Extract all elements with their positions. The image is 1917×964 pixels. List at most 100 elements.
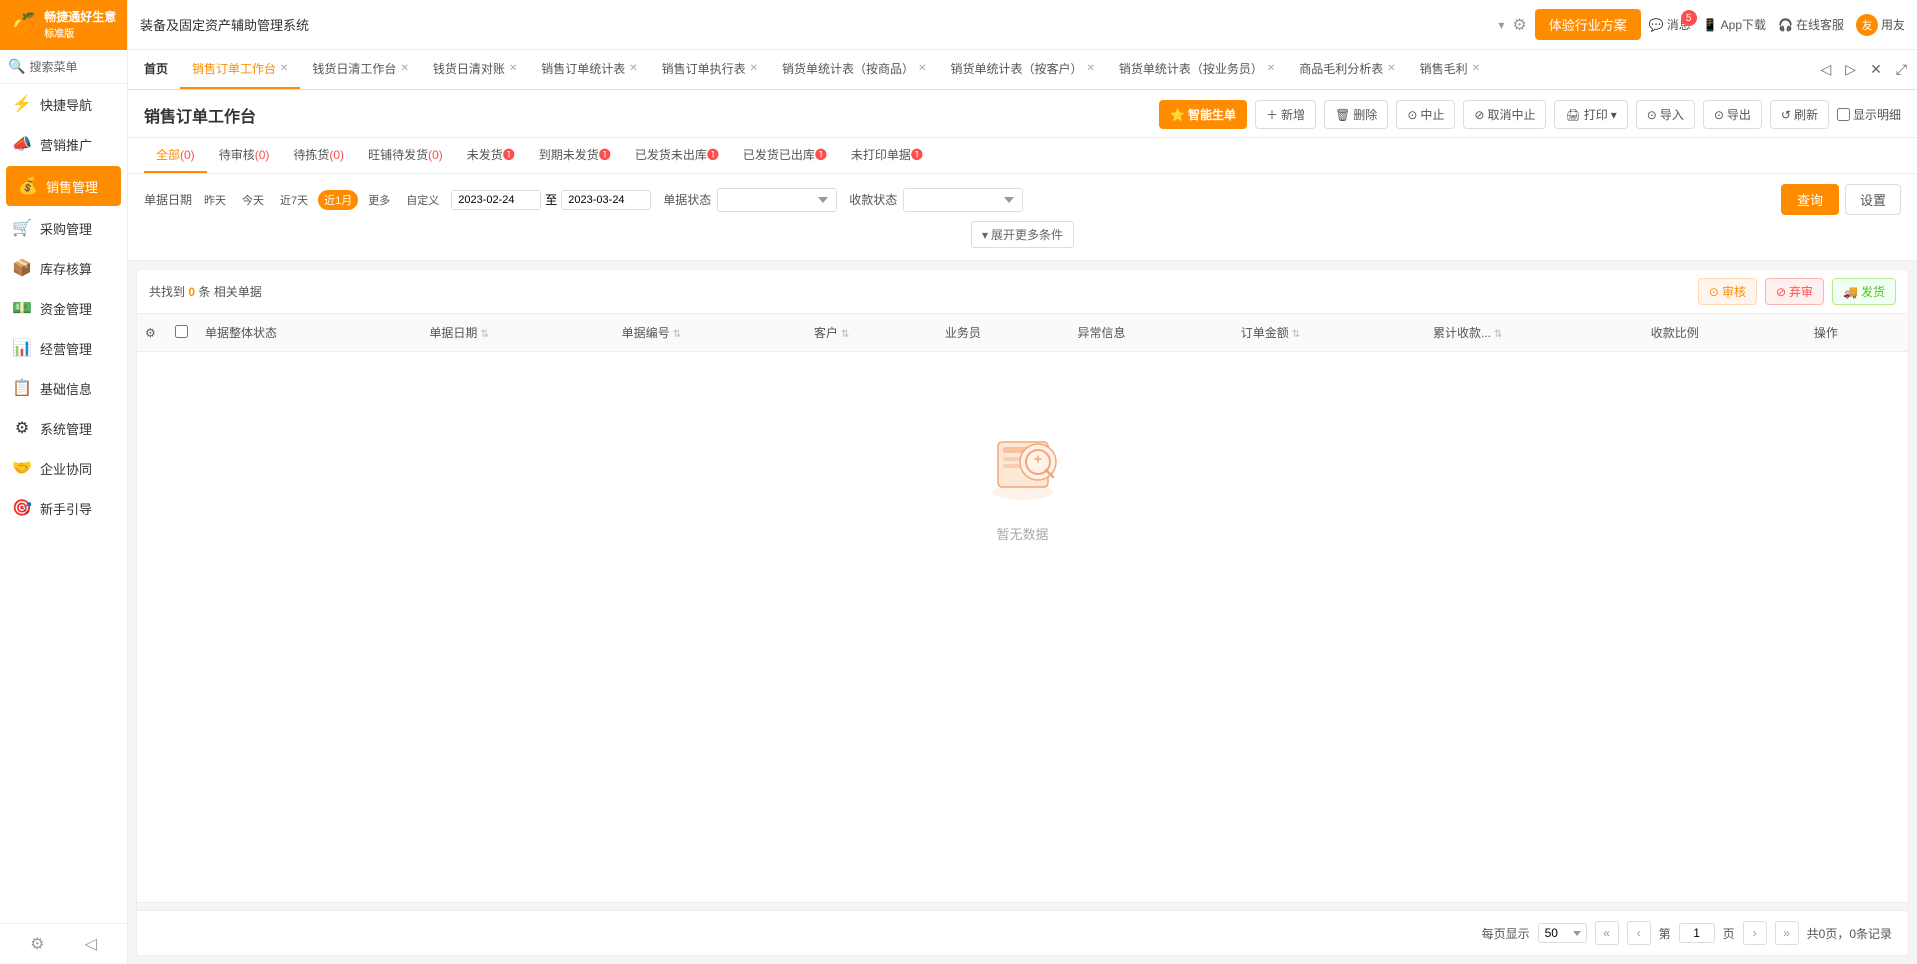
tab-nav-prev-icon[interactable]: ◁ xyxy=(1815,57,1838,82)
collapse-icon[interactable]: ◁ xyxy=(85,934,97,954)
expand-btn[interactable]: ▾ 展开更多条件 xyxy=(971,221,1074,248)
user-item[interactable]: 友 用友 xyxy=(1856,14,1905,36)
th-customer[interactable]: 客户⇅ xyxy=(806,314,937,352)
sidebar-item-finance[interactable]: 💵 资金管理 xyxy=(0,288,127,328)
payment-select[interactable] xyxy=(903,188,1023,212)
tab-sales-stats[interactable]: 销售订单统计表 ✕ xyxy=(529,50,649,89)
tab-home[interactable]: 首页 xyxy=(132,50,180,89)
filter-tab-not-printed[interactable]: 未打印单据❶ xyxy=(839,138,935,173)
table-scroll-container[interactable]: ⚙ 单据整体状态 单据日期⇅ 单据编号⇅ 客户⇅ 业务员 异常信息 订单金额⇅ … xyxy=(137,314,1908,902)
import-btn[interactable]: ⊙ 导入 xyxy=(1636,100,1695,129)
sidebar-item-operations[interactable]: 📊 经营管理 xyxy=(0,328,127,368)
tab-cash-reconcile[interactable]: 钱货日清对账 ✕ xyxy=(421,50,529,89)
tab-close-icon[interactable]: ✕ xyxy=(918,63,926,74)
th-staff[interactable]: 业务员 xyxy=(937,314,1070,352)
query-btn[interactable]: 查询 xyxy=(1781,184,1839,215)
industry-btn[interactable]: 体验行业方案 xyxy=(1535,9,1641,40)
online-service-item[interactable]: 🎧 在线客服 xyxy=(1778,16,1844,33)
sidebar-item-enterprise[interactable]: 🤝 企业协同 xyxy=(0,448,127,488)
cancel-review-btn[interactable]: ⊘ 弃审 xyxy=(1765,278,1824,305)
tab-staff-stats[interactable]: 销货单统计表（按业务员） ✕ xyxy=(1107,50,1287,89)
tab-close-icon[interactable]: ✕ xyxy=(1086,63,1094,74)
dropdown-arrow-icon[interactable]: ▾ xyxy=(1498,18,1504,32)
th-number[interactable]: 单据编号⇅ xyxy=(614,314,806,352)
tab-sales-exec[interactable]: 销售订单执行表 ✕ xyxy=(650,50,770,89)
filter-tab-not-shipped[interactable]: 未发货❶ xyxy=(455,138,527,173)
yesterday-btn[interactable]: 昨天 xyxy=(198,190,232,210)
date-from-input[interactable] xyxy=(451,190,541,210)
sidebar-item-sales[interactable]: 💰 销售管理 xyxy=(6,166,121,206)
th-amount[interactable]: 订单金额⇅ xyxy=(1233,314,1425,352)
sidebar-item-guide[interactable]: 🎯 新手引导 xyxy=(0,488,127,528)
date-to-input[interactable] xyxy=(561,190,651,210)
sidebar-item-quick-nav[interactable]: ⚡ 快捷导航 xyxy=(0,84,127,124)
filter-tab-shipped-out[interactable]: 已发货已出库❶ xyxy=(731,138,839,173)
page-input[interactable] xyxy=(1679,923,1715,943)
filter-tab-pending-pickup[interactable]: 待拣货(0) xyxy=(281,138,356,173)
ship-btn[interactable]: 🚚 发货 xyxy=(1832,278,1896,305)
tab-close-icon[interactable]: ✕ xyxy=(509,63,517,74)
new-btn[interactable]: ＋ 新增 xyxy=(1255,100,1316,129)
tab-sales-more[interactable]: 销售毛利 ✕ xyxy=(1408,50,1492,89)
cancel-pause-btn[interactable]: ⊘ 取消中止 xyxy=(1463,100,1546,129)
page-last-btn[interactable]: » xyxy=(1775,921,1799,945)
tab-close-icon[interactable]: ✕ xyxy=(1387,63,1395,74)
show-detail-label[interactable]: 显示明细 xyxy=(1837,106,1901,123)
set-btn[interactable]: 设置 xyxy=(1845,184,1901,215)
tab-nav-next-icon[interactable]: ▷ xyxy=(1839,57,1862,82)
th-setting[interactable]: ⚙ xyxy=(137,314,167,352)
sidebar-item-marketing[interactable]: 📣 营销推广 xyxy=(0,124,127,164)
review-btn[interactable]: ⊙ 审核 xyxy=(1698,278,1757,305)
pause-btn[interactable]: ⊙ 中止 xyxy=(1396,100,1455,129)
tab-close-all-icon[interactable]: ✕ xyxy=(1864,57,1888,82)
page-size-select[interactable]: 50 100 200 xyxy=(1538,923,1587,943)
tab-close-icon[interactable]: ✕ xyxy=(1472,63,1480,74)
print-btn[interactable]: 🖨 打印 ▾ xyxy=(1554,100,1627,129)
sidebar-item-basic-info[interactable]: 📋 基础信息 xyxy=(0,368,127,408)
select-all-checkbox[interactable] xyxy=(175,325,188,338)
tab-close-icon[interactable]: ✕ xyxy=(280,63,288,74)
tab-close-icon[interactable]: ✕ xyxy=(400,63,408,74)
status-select[interactable] xyxy=(717,188,837,212)
sidebar-item-purchase[interactable]: 🛒 采购管理 xyxy=(0,208,127,248)
delete-btn[interactable]: 🗑 删除 xyxy=(1324,100,1388,129)
today-btn[interactable]: 今天 xyxy=(236,190,270,210)
filter-tab-pending-review[interactable]: 待审核(0) xyxy=(207,138,282,173)
tab-margin[interactable]: 商品毛利分析表 ✕ xyxy=(1287,50,1407,89)
sidebar-item-system[interactable]: ⚙ 系统管理 xyxy=(0,408,127,448)
tab-expand-icon[interactable]: ⤢ xyxy=(1890,57,1913,82)
tab-customer-stats[interactable]: 销货单统计表（按客户） ✕ xyxy=(938,50,1106,89)
settings-icon[interactable]: ⚙ xyxy=(30,934,44,954)
show-detail-checkbox[interactable] xyxy=(1837,108,1850,121)
filter-tab-wangpu[interactable]: 旺铺待发货(0) xyxy=(356,138,455,173)
page-next-btn[interactable]: › xyxy=(1743,921,1767,945)
sidebar-item-inventory[interactable]: 📦 库存核算 xyxy=(0,248,127,288)
page-prev-btn[interactable]: ‹ xyxy=(1627,921,1651,945)
tab-sales-workbench[interactable]: 销售订单工作台 ✕ xyxy=(180,50,300,89)
filter-tab-overdue[interactable]: 到期未发货❶ xyxy=(527,138,623,173)
th-check[interactable] xyxy=(167,314,197,352)
1month-btn[interactable]: 近1月 xyxy=(318,190,358,210)
th-date[interactable]: 单据日期⇅ xyxy=(421,314,613,352)
page-first-btn[interactable]: « xyxy=(1595,921,1619,945)
sidebar-search[interactable]: 🔍 搜索菜单 xyxy=(0,50,127,84)
tab-close-icon[interactable]: ✕ xyxy=(750,63,758,74)
refresh-btn[interactable]: ↺ 刷新 xyxy=(1770,100,1829,129)
custom-btn[interactable]: 自定义 xyxy=(400,190,445,210)
export-btn[interactable]: ⊙ 导出 xyxy=(1703,100,1762,129)
tab-close-icon[interactable]: ✕ xyxy=(1267,63,1275,74)
7days-btn[interactable]: 近7天 xyxy=(274,190,314,210)
tab-close-icon[interactable]: ✕ xyxy=(629,63,637,74)
filter-tab-all[interactable]: 全部(0) xyxy=(144,138,207,173)
more-btn[interactable]: 更多 xyxy=(362,190,396,210)
tab-product-stats[interactable]: 销货单统计表（按商品） ✕ xyxy=(770,50,938,89)
th-actions: 操作 xyxy=(1806,314,1908,352)
h-scrollbar[interactable] xyxy=(137,902,1908,910)
th-collected[interactable]: 累计收款...⇅ xyxy=(1425,314,1643,352)
settings-gear-icon[interactable]: ⚙ xyxy=(1512,15,1526,35)
message-icon-item[interactable]: 💬 5 消息 xyxy=(1649,16,1691,33)
ai-btn[interactable]: ⭐ 智能生单 xyxy=(1159,100,1247,129)
app-download-item[interactable]: 📱 App下载 xyxy=(1703,16,1766,33)
tab-cash-daily[interactable]: 钱货日清工作台 ✕ xyxy=(300,50,420,89)
filter-tab-shipped-not-out[interactable]: 已发货未出库❶ xyxy=(623,138,731,173)
